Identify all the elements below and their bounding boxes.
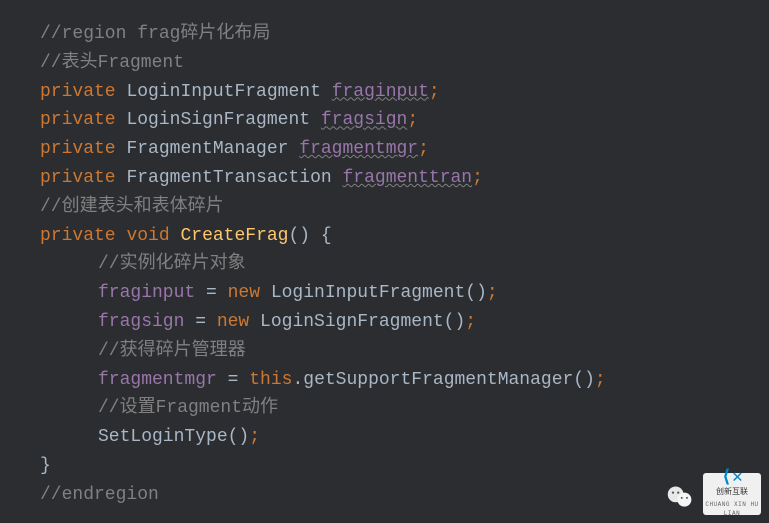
code-line-13: fragmentmgr = this.getSupportFragmentMan… [40, 366, 729, 395]
keyword-this: this [249, 370, 292, 390]
semicolon: ; [407, 110, 418, 130]
semicolon: ; [418, 139, 429, 159]
code-line-7: //创建表头和表体碎片 [40, 193, 729, 222]
code-line-9: //实例化碎片对象 [40, 250, 729, 279]
code-line-10: fraginput = new LoginInputFragment(); [40, 279, 729, 308]
semicolon: ; [249, 427, 260, 447]
type: FragmentTransaction [126, 168, 331, 188]
constructor: LoginSignFragment() [249, 312, 465, 332]
code-line-12: //获得碎片管理器 [40, 337, 729, 366]
field-fraginput: fraginput [332, 82, 429, 102]
code-line-1: //region frag碎片化布局 [40, 20, 729, 49]
code-line-4: private LoginSignFragment fragsign; [40, 106, 729, 135]
code-editor: //region frag碎片化布局 //表头Fragment private … [40, 20, 729, 510]
code-line-8: private void CreateFrag() { [40, 222, 729, 251]
keyword-void: void [126, 226, 169, 246]
comment: //表头Fragment [40, 53, 184, 73]
keyword-new: new [228, 283, 260, 303]
semicolon: ; [472, 168, 483, 188]
code-line-17: //endregion [40, 481, 729, 510]
method-call: SetLoginType() [98, 427, 249, 447]
comment: //endregion [40, 485, 159, 505]
code-line-11: fragsign = new LoginSignFragment(); [40, 308, 729, 337]
brace-open: { [310, 226, 332, 246]
comment: //设置Fragment动作 [98, 398, 278, 418]
semicolon: ; [595, 370, 606, 390]
logo-subtext: CHUANG XIN HU LIAN [703, 500, 761, 519]
comment: //region frag碎片化布局 [40, 24, 270, 44]
keyword-private: private [40, 168, 116, 188]
logo-mark-icon: ⟨✕ [703, 469, 761, 487]
field-fragsign: fragsign [321, 110, 407, 130]
constructor: LoginInputFragment() [260, 283, 487, 303]
semicolon: ; [429, 82, 440, 102]
parens: () [289, 226, 311, 246]
keyword-private: private [40, 82, 116, 102]
watermark-logo: ⟨✕ 创新互联 CHUANG XIN HU LIAN [703, 473, 761, 515]
keyword-new: new [217, 312, 249, 332]
field-fragmentmgr: fragmentmgr [299, 139, 418, 159]
keyword-private: private [40, 139, 116, 159]
wechat-icon [666, 483, 694, 511]
semicolon: ; [465, 312, 476, 332]
field-fragmentmgr: fragmentmgr [98, 370, 217, 390]
field-fragmenttran: fragmenttran [342, 168, 472, 188]
code-line-2: //表头Fragment [40, 49, 729, 78]
field-fragsign: fragsign [98, 312, 184, 332]
field-fraginput: fraginput [98, 283, 195, 303]
brace-close: } [40, 456, 51, 476]
method-createfrag: CreateFrag [180, 226, 288, 246]
logo-text: 创新互联 [703, 487, 761, 500]
keyword-private: private [40, 110, 116, 130]
keyword-private: private [40, 226, 116, 246]
code-line-14: //设置Fragment动作 [40, 394, 729, 423]
comment: //获得碎片管理器 [98, 341, 246, 361]
comment: //创建表头和表体碎片 [40, 197, 224, 217]
code-line-5: private FragmentManager fragmentmgr; [40, 135, 729, 164]
method-call: getSupportFragmentManager() [303, 370, 595, 390]
type: LoginInputFragment [126, 82, 320, 102]
semicolon: ; [487, 283, 498, 303]
type: FragmentManager [126, 139, 288, 159]
type: LoginSignFragment [126, 110, 310, 130]
code-line-15: SetLoginType(); [40, 423, 729, 452]
code-line-16: } [40, 452, 729, 481]
code-line-6: private FragmentTransaction fragmenttran… [40, 164, 729, 193]
comment: //实例化碎片对象 [98, 254, 246, 274]
code-line-3: private LoginInputFragment fraginput; [40, 78, 729, 107]
